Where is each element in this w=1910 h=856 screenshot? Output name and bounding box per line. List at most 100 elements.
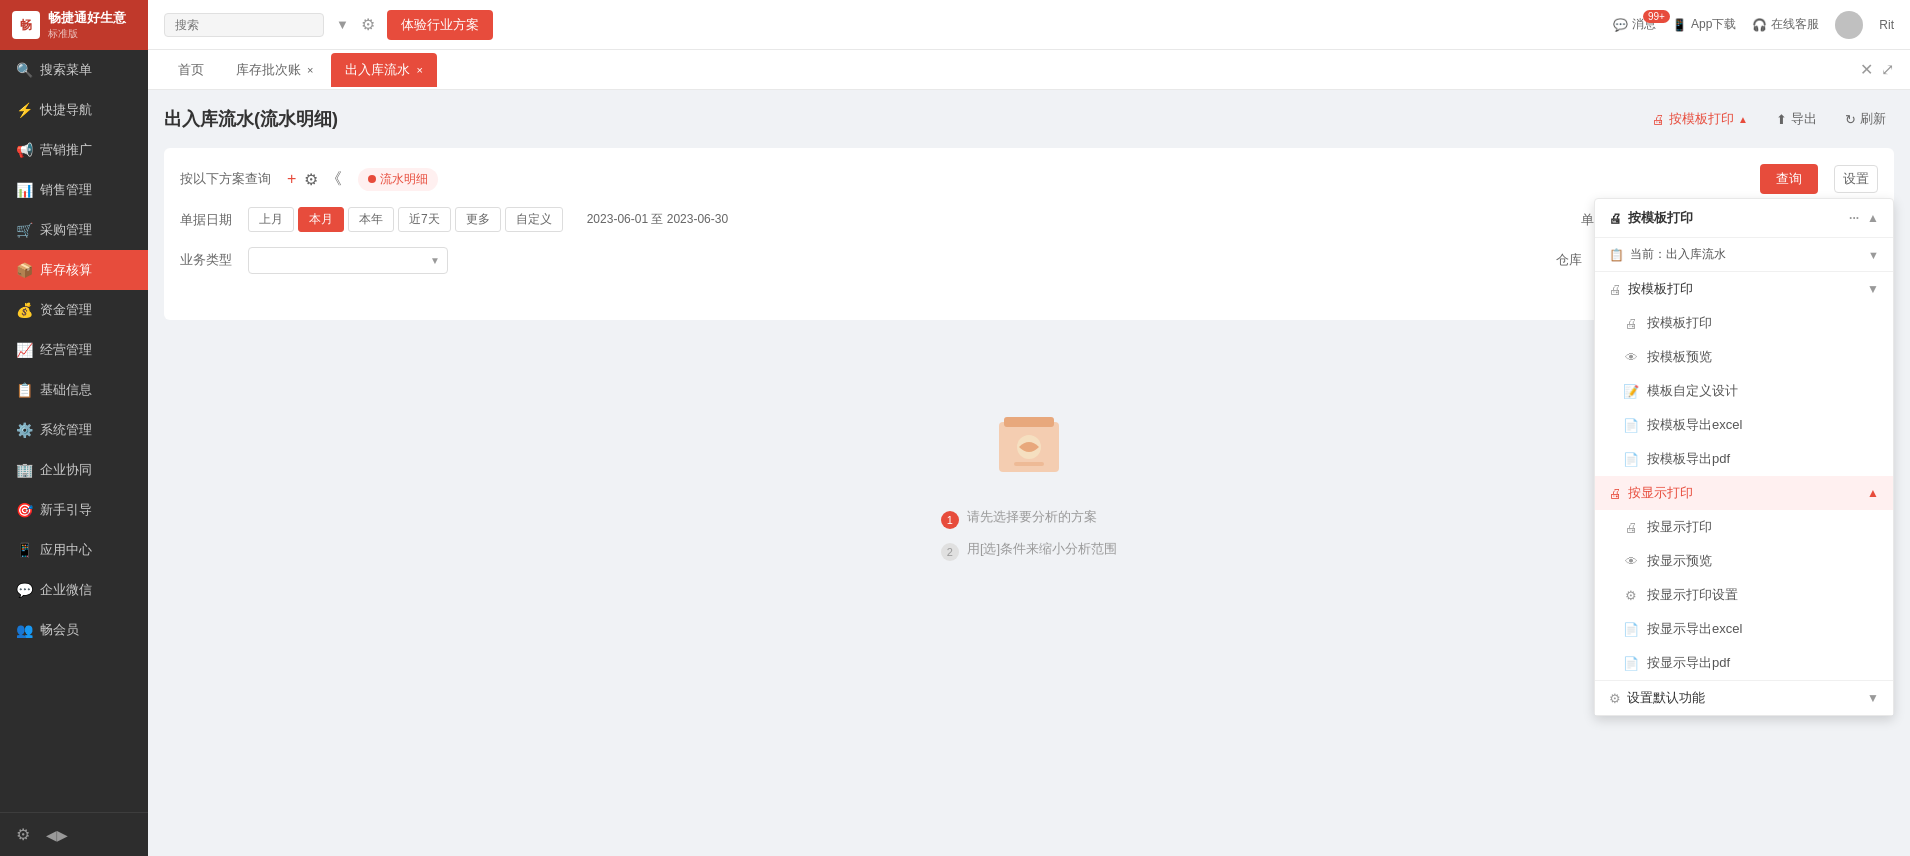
tab-flow[interactable]: 出入库流水 × (331, 53, 436, 87)
sidebar-item-label: 企业协同 (40, 461, 92, 479)
collapse-sidebar-icon[interactable]: ◀▶ (46, 827, 68, 843)
refresh-btn[interactable]: ↻ 刷新 (1837, 106, 1894, 132)
default-settings-chevron[interactable]: ▼ (1867, 691, 1879, 705)
date-7days-btn[interactable]: 近7天 (398, 207, 451, 232)
tab-batch-label: 库存批次账 (236, 61, 301, 79)
date-more-btn[interactable]: 更多 (455, 207, 501, 232)
date-last-month-btn[interactable]: 上月 (248, 207, 294, 232)
template-print-section-header: 🖨 按模板打印 ▼ (1595, 272, 1893, 306)
marketing-icon: 📢 (16, 142, 32, 158)
sidebar-item-marketing[interactable]: 📢 营销推广 (0, 130, 148, 170)
window-close-icon[interactable]: ✕ (1860, 60, 1873, 79)
filter-settings-icon[interactable]: ⚙ (304, 170, 318, 189)
window-expand-icon[interactable]: ⤢ (1881, 60, 1894, 79)
print-template-btn[interactable]: 🖨 按模板打印 ▲ (1644, 106, 1756, 132)
user-avatar[interactable] (1835, 11, 1863, 39)
sidebar-title: 畅捷通好生意 (48, 9, 126, 27)
date-this-month-btn[interactable]: 本月 (298, 207, 344, 232)
sidebar-item-purchase[interactable]: 🛒 采购管理 (0, 210, 148, 250)
mobile-icon: 📱 (1672, 18, 1687, 32)
display-section-chevron[interactable]: ▲ (1867, 486, 1879, 500)
operations-icon: 📈 (16, 342, 32, 358)
sidebar-item-sales[interactable]: 📊 销售管理 (0, 170, 148, 210)
sidebar-item-inventory[interactable]: 📦 库存核算 (0, 250, 148, 290)
sidebar-item-label: 库存核算 (40, 261, 92, 279)
filter-add-icon[interactable]: + (287, 170, 296, 188)
sidebar-item-apps[interactable]: 📱 应用中心 (0, 530, 148, 570)
topbar-gear-icon[interactable]: ⚙ (361, 15, 375, 34)
filter-tag-dot (368, 175, 376, 183)
sidebar-item-label: 新手引导 (40, 501, 92, 519)
settings-btn[interactable]: 设置 (1834, 165, 1878, 193)
sidebar-item-guide[interactable]: 🎯 新手引导 (0, 490, 148, 530)
system-icon: ⚙️ (16, 422, 32, 438)
export-btn[interactable]: ⬆ 导出 (1768, 106, 1825, 132)
sidebar-item-label: 基础信息 (40, 381, 92, 399)
tab-flow-label: 出入库流水 (345, 61, 410, 79)
filter-tag-flow[interactable]: 流水明细 (358, 168, 438, 191)
sidebar-item-members[interactable]: 👥 畅会员 (0, 610, 148, 650)
search-chevron-icon[interactable]: ▼ (336, 17, 349, 32)
sidebar-item-label: 企业微信 (40, 581, 92, 599)
current-template: 📋 当前：出入库流水 ▼ (1595, 238, 1893, 272)
basic-icon: 📋 (16, 382, 32, 398)
tab-batch-close-icon[interactable]: × (307, 64, 313, 76)
date-this-year-btn[interactable]: 本年 (348, 207, 394, 232)
display-excel-item[interactable]: 📄 按显示导出excel (1595, 612, 1893, 646)
settings-footer-icon[interactable]: ⚙ (16, 825, 30, 844)
message-btn[interactable]: 💬 消息 99+ (1613, 16, 1656, 33)
tab-flow-close-icon[interactable]: × (416, 64, 422, 76)
template-section-chevron[interactable]: ▼ (1867, 282, 1879, 296)
template-print-item[interactable]: 🖨 按模板打印 (1595, 306, 1893, 340)
display-preview-item[interactable]: 👁 按显示预览 (1595, 544, 1893, 578)
template-preview-item[interactable]: 👁 按模板预览 (1595, 340, 1893, 374)
date-custom-btn[interactable]: 自定义 (505, 207, 563, 232)
sidebar-item-finance[interactable]: 💰 资金管理 (0, 290, 148, 330)
customer-service-btn[interactable]: 🎧 在线客服 (1752, 16, 1819, 33)
members-icon: 👥 (16, 622, 32, 638)
page-content: 出入库流水(流水明细) 🖨 按模板打印 ▲ ⬆ 导出 ↻ 刷新 (148, 90, 1910, 856)
sidebar-item-wechat[interactable]: 💬 企业微信 (0, 570, 148, 610)
sidebar-item-basic[interactable]: 📋 基础信息 (0, 370, 148, 410)
page-title: 出入库流水(流水明细) (164, 107, 338, 131)
query-btn[interactable]: 查询 (1760, 164, 1818, 194)
purchase-icon: 🛒 (16, 222, 32, 238)
display-print-item[interactable]: 🖨 按显示打印 (1595, 510, 1893, 544)
template-excel-item[interactable]: 📄 按模板导出excel (1595, 408, 1893, 442)
template-custom-icon: 📝 (1623, 384, 1639, 399)
dropdown-chevron-icon[interactable]: ▲ (1867, 211, 1879, 225)
empty-hint2: 用[选]条件来缩小分析范围 (967, 540, 1117, 558)
sidebar-footer: ⚙ ◀▶ (0, 812, 148, 856)
sidebar-item-label: 搜索菜单 (40, 61, 92, 79)
sidebar-item-enterprise[interactable]: 🏢 企业协同 (0, 450, 148, 490)
filter-scheme-label: 按以下方案查询 (180, 170, 271, 188)
search-input[interactable] (164, 13, 324, 37)
sidebar-item-system[interactable]: ⚙️ 系统管理 (0, 410, 148, 450)
display-settings-item[interactable]: ⚙ 按显示打印设置 (1595, 578, 1893, 612)
display-settings-icon: ⚙ (1623, 588, 1639, 603)
dropdown-expand-icon[interactable]: ··· (1849, 211, 1859, 225)
sidebar-item-label: 应用中心 (40, 541, 92, 559)
sidebar-item-search[interactable]: 🔍 搜索菜单 (0, 50, 148, 90)
hint2-num: 2 (941, 543, 959, 561)
industry-btn[interactable]: 体验行业方案 (387, 10, 493, 40)
sidebar-item-shortcut[interactable]: ⚡ 快捷导航 (0, 90, 148, 130)
default-settings-section[interactable]: ⚙ 设置默认功能 ▼ (1595, 680, 1893, 715)
sidebar-item-label: 采购管理 (40, 221, 92, 239)
export-icon: ⬆ (1776, 112, 1787, 127)
printer-dropdown-icon: 🖨 (1609, 211, 1622, 226)
app-download-btn[interactable]: 📱 App下载 (1672, 16, 1736, 33)
tab-home[interactable]: 首页 (164, 53, 218, 87)
sidebar-item-operations[interactable]: 📈 经营管理 (0, 330, 148, 370)
business-type-select[interactable] (248, 247, 448, 274)
filter-collapse-icon[interactable]: 《 (326, 169, 342, 190)
template-pdf-item[interactable]: 📄 按模板导出pdf (1595, 442, 1893, 476)
tab-batch[interactable]: 库存批次账 × (222, 53, 327, 87)
apps-icon: 📱 (16, 542, 32, 558)
enterprise-icon: 🏢 (16, 462, 32, 478)
display-pdf-item[interactable]: 📄 按显示导出pdf (1595, 646, 1893, 680)
page-title-area: 出入库流水(流水明细) 🖨 按模板打印 ▲ ⬆ 导出 ↻ 刷新 (164, 106, 1894, 132)
template-custom-item[interactable]: 📝 模板自定义设计 (1595, 374, 1893, 408)
current-template-chevron[interactable]: ▼ (1868, 249, 1879, 261)
tab-bar: 首页 库存批次账 × 出入库流水 × ✕ ⤢ (148, 50, 1910, 90)
